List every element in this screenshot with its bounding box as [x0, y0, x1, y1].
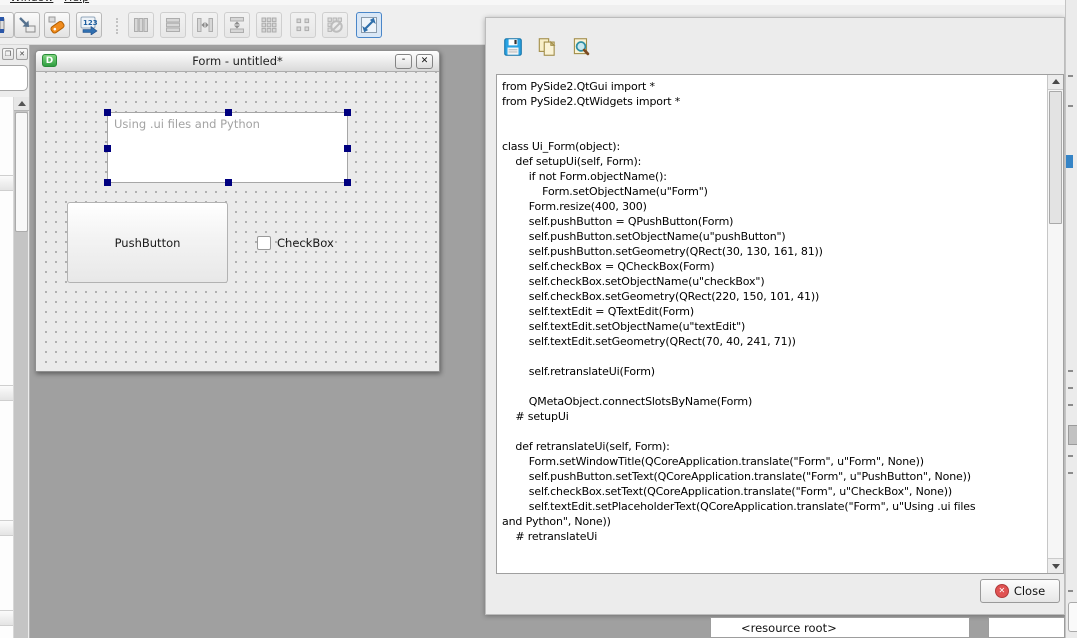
widget-box-scroll-thumb[interactable]: [15, 112, 28, 232]
layout-vertical-icon: [163, 15, 183, 35]
button-sliver[interactable]: [1068, 602, 1077, 632]
form-minimize-button[interactable]: -: [395, 54, 412, 69]
form-canvas[interactable]: Using .ui files and Python PushButton Ch…: [37, 72, 438, 371]
layout-vertical-splitter-button[interactable]: [224, 12, 250, 38]
selection-handle[interactable]: [104, 145, 111, 152]
selection-handle[interactable]: [225, 179, 232, 186]
qt-designer-window: Window Help: [0, 0, 1077, 638]
dock-close-button[interactable]: ✕: [16, 48, 28, 60]
edit-buddies-button[interactable]: [44, 12, 70, 38]
tree-branch-mark: [1068, 455, 1073, 457]
layout-horizontal-splitter-button[interactable]: [192, 12, 218, 38]
scroll-down-arrow-icon[interactable]: [1048, 558, 1063, 573]
selection-handle[interactable]: [225, 109, 232, 116]
adjust-size-icon: [359, 15, 379, 35]
edit-widgets-button[interactable]: [0, 12, 14, 38]
widget-category-row[interactable]: [0, 385, 13, 401]
resource-preview-panel[interactable]: [988, 617, 1065, 638]
code-preview-dialog: from PySide2.QtGui import * from PySide2…: [485, 17, 1065, 615]
edit-signals-slots-icon: [17, 15, 37, 35]
layout-form-layout-button[interactable]: [290, 12, 316, 38]
edit-tab-order-button[interactable]: 123: [76, 12, 102, 38]
close-icon: ✕: [995, 584, 1009, 598]
selection-handle[interactable]: [344, 179, 351, 186]
code-scroll-thumb[interactable]: [1049, 91, 1062, 224]
edit-widgets-icon: [0, 15, 11, 35]
tree-branch-mark: [1068, 590, 1073, 592]
checkbox-label: CheckBox: [277, 236, 334, 250]
vertical-splitter-icon: [227, 15, 247, 35]
horizontal-splitter-icon: [195, 15, 215, 35]
widget-category-row[interactable]: [0, 175, 13, 191]
layout-grid-button[interactable]: [256, 12, 282, 38]
resource-root-item[interactable]: <resource root>: [711, 618, 969, 635]
form-layout-icon: [293, 15, 313, 35]
tree-branch-mark: [1068, 105, 1073, 107]
save-icon: [502, 36, 524, 58]
code-dialog-toolbar: [500, 34, 593, 62]
widget-box-scrollbar[interactable]: [13, 97, 28, 638]
tree-branch-mark: [1068, 370, 1073, 372]
find-icon: [570, 36, 592, 58]
widget-box-list[interactable]: [0, 97, 13, 638]
resource-tree-panel[interactable]: <resource root>: [710, 617, 970, 638]
tree-branch-mark: [1068, 472, 1073, 474]
tree-branch-mark: [1068, 404, 1073, 406]
form-window-title: Form - untitled*: [36, 54, 439, 68]
copy-icon: [536, 36, 558, 58]
adjust-size-button[interactable]: [356, 12, 382, 38]
close-button-label: Close: [1014, 584, 1045, 598]
menu-window[interactable]: Window: [10, 0, 53, 4]
form-window-titlebar[interactable]: D Form - untitled* - ✕: [36, 51, 439, 72]
widget-category-row[interactable]: [0, 610, 13, 626]
layout-horizontal-icon: [131, 15, 151, 35]
scrollbar-sliver[interactable]: [1068, 425, 1077, 445]
code-scrollbar[interactable]: [1047, 75, 1063, 573]
find-in-code-button[interactable]: [568, 34, 593, 59]
dock-float-button[interactable]: ❐: [2, 48, 14, 60]
scroll-up-arrow-icon[interactable]: [1048, 75, 1063, 90]
pushbutton-widget[interactable]: PushButton: [67, 202, 228, 283]
edit-signals-slots-button[interactable]: [14, 12, 40, 38]
checkbox-widget[interactable]: CheckBox: [257, 222, 358, 263]
save-code-button[interactable]: [500, 34, 525, 59]
selection-handle[interactable]: [344, 109, 351, 116]
scroll-up-arrow-icon[interactable]: [14, 97, 29, 111]
edit-tab-order-icon: 123: [79, 15, 99, 35]
break-layout-icon: [325, 15, 345, 35]
form-close-button[interactable]: ✕: [416, 54, 433, 69]
widget-filter-input[interactable]: [0, 65, 28, 91]
pushbutton-label: PushButton: [115, 236, 181, 250]
layout-vertically-button[interactable]: [160, 12, 186, 38]
copy-code-button[interactable]: [534, 34, 559, 59]
checkbox-indicator[interactable]: [257, 236, 271, 250]
right-dock-sliver: [1065, 0, 1077, 638]
selection-handle[interactable]: [104, 179, 111, 186]
close-dialog-button[interactable]: ✕ Close: [980, 579, 1060, 603]
selected-row-sliver: [1066, 155, 1073, 168]
widget-category-row[interactable]: [0, 520, 13, 536]
toolbar-separator: [116, 18, 118, 34]
svg-text:123: 123: [83, 19, 98, 27]
edit-buddies-icon: [47, 15, 67, 35]
selection-handle[interactable]: [344, 145, 351, 152]
menu-help[interactable]: Help: [64, 0, 89, 4]
grid-layout-icon: [259, 15, 279, 35]
generated-python-code[interactable]: from PySide2.QtGui import * from PySide2…: [497, 75, 1047, 573]
textedit-placeholder: Using .ui files and Python: [108, 113, 347, 135]
break-layout-button[interactable]: [322, 12, 348, 38]
widget-box-dock: ❐ ✕: [0, 45, 30, 638]
tree-branch-mark: [1068, 387, 1073, 389]
code-view[interactable]: from PySide2.QtGui import * from PySide2…: [496, 74, 1064, 574]
layout-horizontally-button[interactable]: [128, 12, 154, 38]
textedit-widget[interactable]: Using .ui files and Python: [107, 112, 348, 183]
tree-branch-mark: [1068, 75, 1073, 77]
selection-handle[interactable]: [104, 109, 111, 116]
form-editor-window[interactable]: D Form - untitled* - ✕ Using .ui files a…: [35, 50, 440, 372]
